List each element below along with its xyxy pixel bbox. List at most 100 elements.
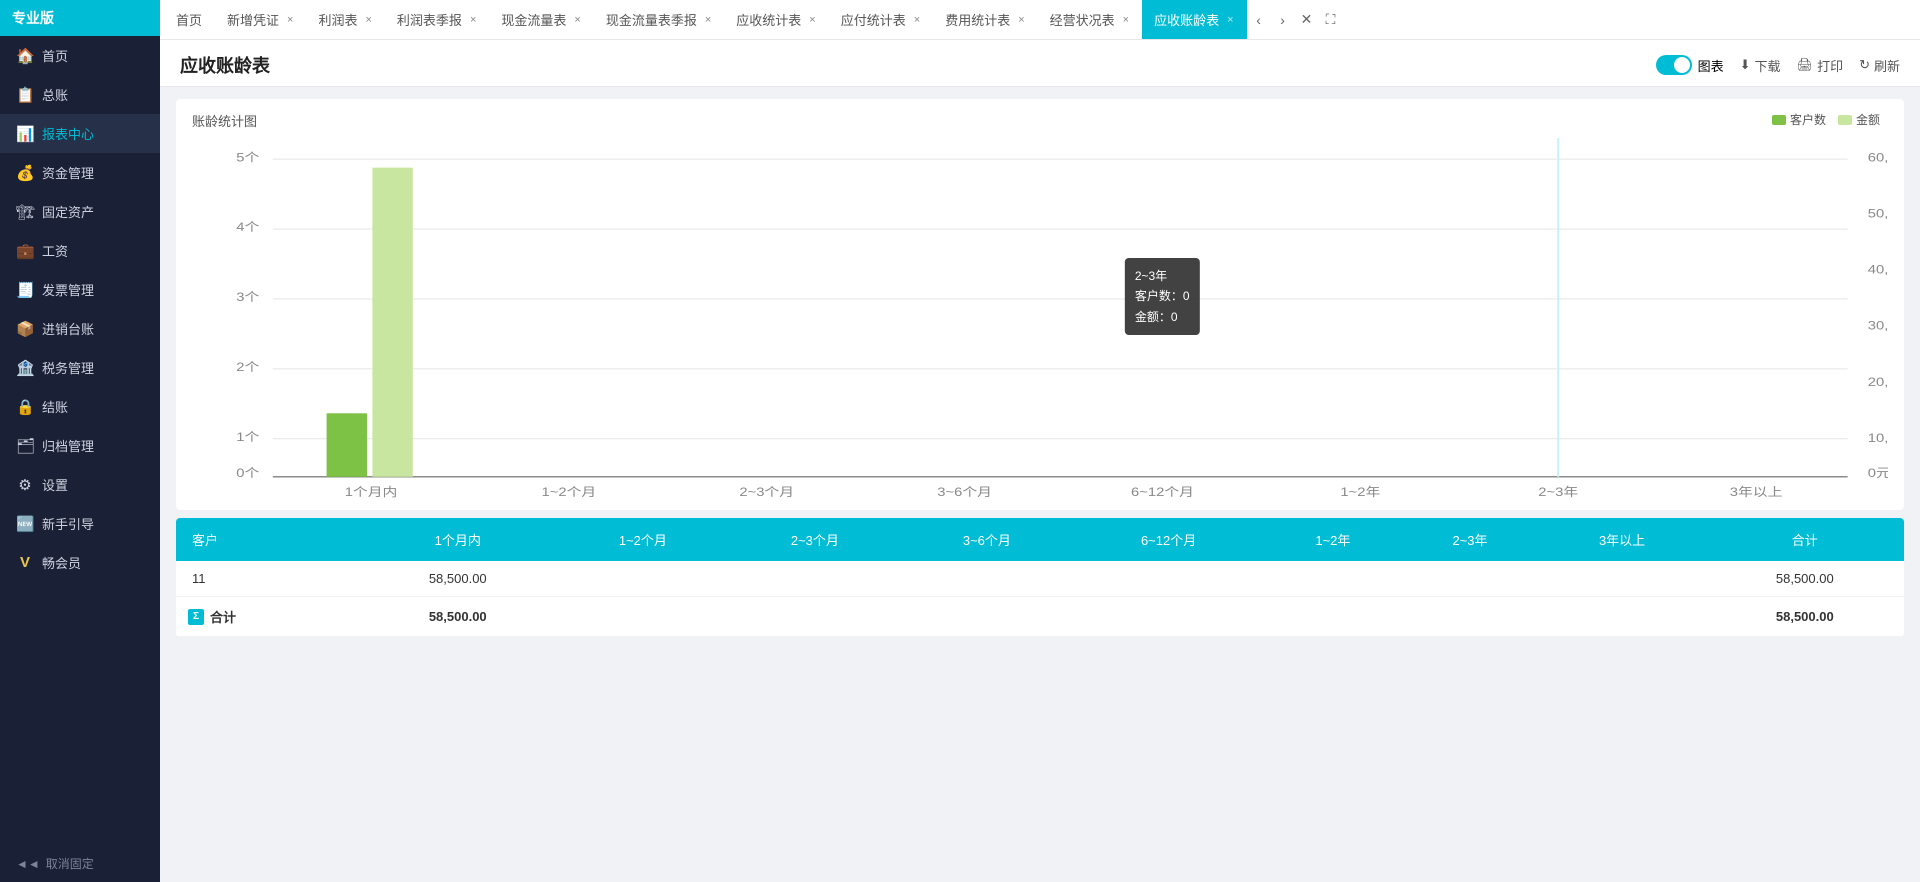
tab-profit-quarter-label: 利润表季报 (397, 10, 462, 29)
refresh-label: 刷新 (1874, 56, 1900, 75)
tab-expense-stat[interactable]: 费用统计表 × (933, 0, 1037, 39)
tab-cashflow-label: 现金流量表 (501, 10, 566, 29)
sidebar-item-member[interactable]: V 畅会员 (0, 543, 160, 582)
tab-biz-stat[interactable]: 经营状况表 × (1038, 0, 1142, 39)
total-y3plus (1539, 597, 1706, 637)
table-total-row: Σ 合计 58,500.00 58,500.00 (176, 597, 1904, 637)
chart-svg: 5个 4个 3个 2个 1个 0个 60,000.00元 50,000.00元 … (192, 138, 1888, 498)
svg-text:2~3个月: 2~3个月 (739, 485, 794, 498)
tab-prev-button[interactable]: ‹ (1247, 0, 1271, 39)
tab-fullscreen-button[interactable]: ⛶ (1319, 0, 1343, 39)
tab-profit-quarter-close[interactable]: × (470, 14, 476, 26)
member-icon: V (16, 554, 34, 571)
content-area: 应收账龄表 图表 ⬇ 下载 🖨 打印 ↻ 刷新 (160, 40, 1920, 882)
cell-y3plus (1539, 561, 1706, 597)
tab-cashflow-quarter[interactable]: 现金流量表季报 × (594, 0, 724, 39)
sidebar-item-salary[interactable]: 💼 工资 (0, 231, 160, 270)
ar-aging-table: 客户 1个月内 1~2个月 2~3个月 3~6个月 6~12个月 1~2年 2~… (176, 518, 1904, 637)
tab-next-button[interactable]: › (1271, 0, 1295, 39)
tab-voucher-label: 新增凭证 (227, 10, 279, 29)
sidebar-item-invoice[interactable]: 🧾 发票管理 (0, 270, 160, 309)
toggle-track[interactable] (1656, 55, 1692, 75)
svg-text:0个: 0个 (236, 466, 259, 479)
svg-text:0元: 0元 (1868, 466, 1888, 479)
chart-container: 账龄统计图 客户数 金额 5个 4个 3个 2个 1个 (176, 99, 1904, 510)
unpin-icon: ◄◄ (16, 857, 40, 871)
tab-ar-aging[interactable]: 应收账龄表 × (1142, 0, 1246, 39)
sidebar-item-archive[interactable]: 🗂 归档管理 (0, 426, 160, 465)
tab-ap-stat-label: 应付统计表 (841, 10, 906, 29)
cell-y12 (1264, 561, 1401, 597)
total-icon: Σ (188, 609, 204, 625)
total-y12 (1264, 597, 1401, 637)
sidebar: 专业版 🏠 首页 📋 总账 📊 报表中心 💰 资金管理 🏗 固定资产 💼 工资 … (0, 0, 160, 882)
tab-home[interactable]: 首页 (164, 0, 215, 39)
download-label: 下载 (1755, 56, 1781, 75)
chart-svg-wrapper: 5个 4个 3个 2个 1个 0个 60,000.00元 50,000.00元 … (192, 138, 1888, 498)
sidebar-item-sales[interactable]: 📦 进销台账 (0, 309, 160, 348)
sidebar-item-settings[interactable]: ⚙ 设置 (0, 465, 160, 504)
sidebar-item-label: 新手引导 (42, 514, 94, 533)
tab-profit[interactable]: 利润表 × (306, 0, 384, 39)
sidebar-item-label: 进销台账 (42, 319, 94, 338)
col-header-m1: 1个月内 (359, 518, 557, 561)
tab-biz-stat-close[interactable]: × (1123, 14, 1129, 26)
page-title: 应收账龄表 (180, 52, 270, 78)
svg-text:60,000.00元: 60,000.00元 (1868, 151, 1888, 164)
chart-toggle-label: 图表 (1698, 56, 1724, 75)
svg-text:3个: 3个 (236, 291, 259, 304)
tab-bar: 首页 新增凭证 × 利润表 × 利润表季报 × 现金流量表 × 现金流量表季报 … (160, 0, 1920, 40)
tab-ap-stat[interactable]: 应付统计表 × (829, 0, 933, 39)
refresh-button[interactable]: ↻ 刷新 (1859, 56, 1900, 75)
tab-ar-stat-close[interactable]: × (809, 14, 815, 26)
col-header-total: 合计 (1706, 518, 1904, 561)
chart-toggle[interactable]: 图表 (1656, 55, 1724, 75)
tab-ar-stat-label: 应收统计表 (736, 10, 801, 29)
unpin-button[interactable]: ◄◄ 取消固定 (0, 845, 160, 882)
cell-total-label: Σ 合计 (176, 597, 359, 636)
header-actions: 图表 ⬇ 下载 🖨 打印 ↻ 刷新 (1656, 55, 1900, 75)
legend-amount-dot (1838, 115, 1852, 125)
settings-icon: ⚙ (16, 476, 34, 494)
sidebar-item-home[interactable]: 🏠 首页 (0, 36, 160, 75)
sidebar-item-fund[interactable]: 💰 资金管理 (0, 153, 160, 192)
ledger-icon: 📋 (16, 86, 34, 104)
archive-icon: 🗂 (16, 437, 34, 455)
tab-close-all-button[interactable]: ✕ (1295, 0, 1319, 39)
main-area: 首页 新增凭证 × 利润表 × 利润表季报 × 现金流量表 × 现金流量表季报 … (160, 0, 1920, 882)
sidebar-item-label: 发票管理 (42, 280, 94, 299)
tab-profit-close[interactable]: × (365, 14, 371, 26)
sidebar-item-guide[interactable]: 🆕 新手引导 (0, 504, 160, 543)
print-label: 打印 (1817, 56, 1843, 75)
guide-icon: 🆕 (16, 515, 34, 533)
tab-profit-quarter[interactable]: 利润表季报 × (385, 0, 489, 39)
sidebar-item-asset[interactable]: 🏗 固定资产 (0, 192, 160, 231)
sidebar-item-tax[interactable]: 🏦 税务管理 (0, 348, 160, 387)
tab-ap-stat-close[interactable]: × (914, 14, 920, 26)
tab-voucher-close[interactable]: × (287, 14, 293, 26)
table-wrapper: 客户 1个月内 1~2个月 2~3个月 3~6个月 6~12个月 1~2年 2~… (176, 518, 1904, 637)
tab-ar-aging-close[interactable]: × (1227, 14, 1233, 26)
legend-customers-dot (1772, 115, 1786, 125)
tab-cashflow-quarter-close[interactable]: × (705, 14, 711, 26)
svg-text:1~2年: 1~2年 (1340, 485, 1380, 498)
download-button[interactable]: ⬇ 下载 (1740, 56, 1781, 75)
tab-cashflow-quarter-label: 现金流量表季报 (606, 10, 697, 29)
tab-voucher[interactable]: 新增凭证 × (215, 0, 306, 39)
legend-amount: 金额 (1838, 111, 1880, 128)
svg-text:10,000.00元: 10,000.00元 (1868, 431, 1888, 444)
legend-customers-label: 客户数 (1790, 111, 1826, 128)
tab-ar-aging-label: 应收账龄表 (1154, 10, 1219, 29)
sidebar-item-ledger[interactable]: 📋 总账 (0, 75, 160, 114)
svg-text:4个: 4个 (236, 221, 259, 234)
svg-text:6~12个月: 6~12个月 (1131, 485, 1194, 498)
tab-ar-stat[interactable]: 应收统计表 × (724, 0, 828, 39)
tab-expense-stat-close[interactable]: × (1018, 14, 1024, 26)
sidebar-item-report[interactable]: 📊 报表中心 (0, 114, 160, 153)
home-icon: 🏠 (16, 47, 34, 65)
sidebar-item-close[interactable]: 🔒 结账 (0, 387, 160, 426)
tab-cashflow-close[interactable]: × (574, 14, 580, 26)
tab-cashflow[interactable]: 现金流量表 × (489, 0, 593, 39)
total-m612 (1073, 597, 1264, 637)
print-button[interactable]: 🖨 打印 (1797, 56, 1844, 75)
